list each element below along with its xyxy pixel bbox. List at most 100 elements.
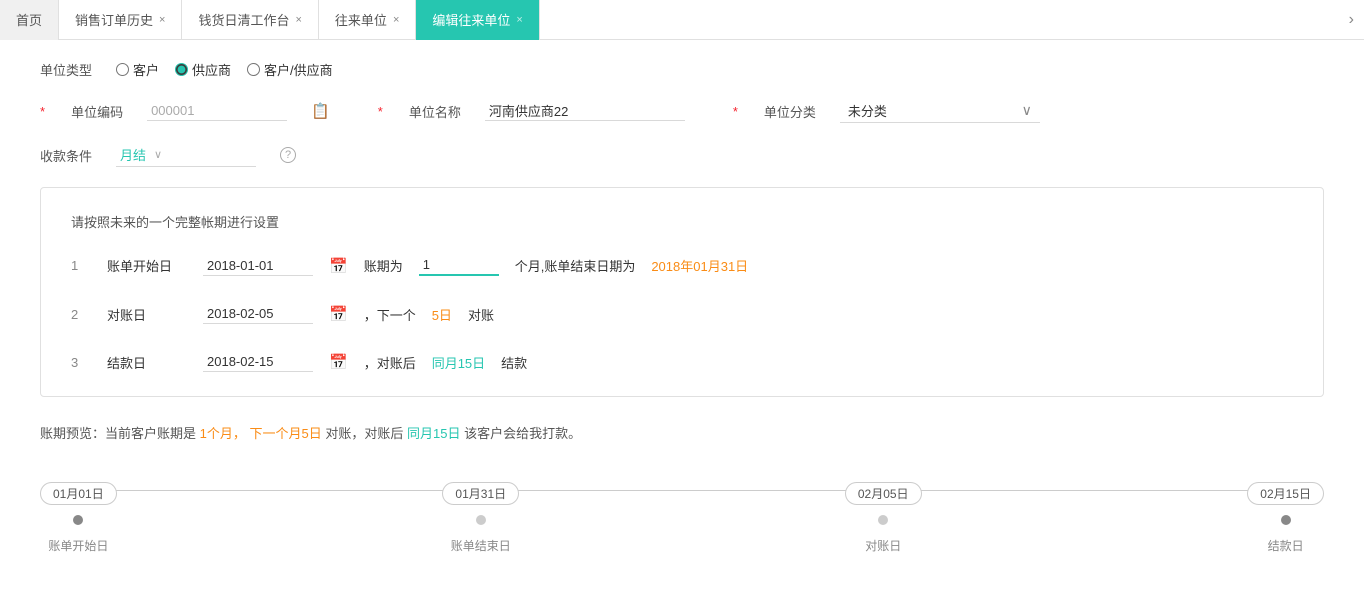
unit-classify-star: * [733,104,738,119]
unit-code-copy-icon[interactable]: 📋 [311,102,330,120]
classify-chevron-icon: ∨ [1022,102,1032,119]
row-highlight-1: 2018年01月31日 [651,256,748,275]
payment-label: 收款条件 [40,146,92,165]
tab-cash-work[interactable]: 钱货日清工作台 × [182,0,318,40]
tab-partner-label: 往来单位 [335,10,387,29]
card-title: 请按照未来的一个完整帐期进行设置 [71,212,1293,231]
node-label-0: 账单开始日 [48,537,108,554]
timeline-nodes: 01月01日 账单开始日 01月31日 账单结束日 02月05日 对账日 02月… [40,482,1324,554]
unit-code-star: * [40,104,45,119]
row-desc-2a: ，下一个 [364,305,416,324]
node-label-2: 对账日 [865,537,901,554]
preview-section: 账期预览：当前客户账期是 1个月， 下一个月5日 对账，对账后 同月15日 该客… [40,407,1324,442]
tab-arrow[interactable]: › [1339,11,1364,29]
tab-bar: 首页 销售订单历史 × 钱货日清工作台 × 往来单位 × 编辑往来单位 × › [0,0,1364,40]
preview-p3: 同月15日 [407,426,460,441]
node-label-1: 账单结束日 [451,537,511,554]
unit-code-input[interactable] [147,101,287,121]
main-content: 单位类型 客户 供应商 客户/供应商 * 单位编码 📋 * 单位名称 * 单位分… [0,40,1364,608]
tab-sales-history-close[interactable]: × [159,14,165,26]
node-label-3: 结款日 [1268,537,1304,554]
preview-mid: 对账，对账后 [325,426,403,441]
payment-help-icon[interactable]: ? [280,147,296,163]
tab-sales-history-label: 销售订单历史 [75,10,153,29]
timeline-node-2: 02月05日 对账日 [845,482,922,554]
row-type-3: 结款日 [107,353,187,372]
radio-both[interactable]: 客户/供应商 [247,60,333,79]
tab-home-label: 首页 [16,10,42,29]
node-date-0: 01月01日 [40,482,117,505]
row-type-1: 账单开始日 [107,256,187,275]
unit-type-label: 单位类型 [40,60,92,79]
unit-info-row: * 单位编码 📋 * 单位名称 * 单位分类 未分类 ∨ [40,99,1324,123]
row-desc-prefix-1: 账期为 [364,256,403,275]
radio-customer[interactable]: 客户 [116,60,159,79]
unit-type-radio-group: 客户 供应商 客户/供应商 [116,60,333,79]
unit-classify-label: 单位分类 [764,102,816,121]
row-num-3: 3 [71,355,91,370]
preview-prefix: 账期预览：当前客户账期是 [40,426,196,441]
timeline: 01月01日 账单开始日 01月31日 账单结束日 02月05日 对账日 02月… [40,462,1324,564]
row-highlight-2: 5日 [432,305,452,324]
tab-home[interactable]: 首页 [0,0,59,40]
row-desc-3a: ，对账后 [364,353,416,372]
unit-classify-dropdown[interactable]: 未分类 ∨ [840,99,1040,123]
period-input[interactable] [419,255,499,276]
row-type-2: 对账日 [107,305,187,324]
payment-row: 收款条件 月结 ∨ ? [40,143,1324,167]
calendar-icon-1[interactable]: 📅 [329,257,348,275]
calendar-icon-3[interactable]: 📅 [329,353,348,371]
tab-edit-partner-close[interactable]: × [516,14,522,26]
node-date-2: 02月05日 [845,482,922,505]
node-date-1: 01月31日 [442,482,519,505]
calendar-icon-2[interactable]: 📅 [329,305,348,323]
row-desc-suffix-1: 个月,账单结束日期为 [515,256,636,275]
row-num-1: 1 [71,258,91,273]
tab-edit-partner-label: 编辑往来单位 [432,10,510,29]
tab-edit-partner[interactable]: 编辑往来单位 × [416,0,539,40]
payment-dropdown[interactable]: 月结 ∨ [116,143,256,167]
setup-row-3: 3 结款日 📅 ，对账后 同月15日 结款 [71,352,1293,372]
radio-supplier[interactable]: 供应商 [175,60,231,79]
unit-name-star: * [378,104,383,119]
unit-classify-value: 未分类 [848,101,887,120]
tab-cash-work-close[interactable]: × [295,14,301,26]
tab-partner[interactable]: 往来单位 × [319,0,416,40]
timeline-node-1: 01月31日 账单结束日 [442,482,519,554]
radio-supplier-label: 供应商 [192,60,231,79]
row-desc-3b: 结款 [501,353,527,372]
unit-name-label: 单位名称 [409,102,461,121]
timeline-node-3: 02月15日 结款日 [1247,482,1324,554]
tab-partner-close[interactable]: × [393,14,399,26]
setup-row-1: 1 账单开始日 📅 账期为 个月,账单结束日期为 2018年01月31日 [71,255,1293,276]
unit-name-input[interactable] [485,101,685,121]
radio-customer-input[interactable] [116,63,129,76]
row-desc-2b: 对账 [468,305,494,324]
unit-type-row: 单位类型 客户 供应商 客户/供应商 [40,60,1324,79]
tab-sales-history[interactable]: 销售订单历史 × [59,0,182,40]
payment-chevron-icon: ∨ [154,148,162,161]
node-date-3: 02月15日 [1247,482,1324,505]
unit-code-label: 单位编码 [71,102,123,121]
preview-p1: 1个月， [200,426,246,441]
radio-supplier-input[interactable] [175,63,188,76]
radio-customer-label: 客户 [133,60,159,79]
payment-value: 月结 [120,145,146,164]
row-num-2: 2 [71,307,91,322]
preview-p2: 下一个月5日 [250,426,322,441]
row-highlight-3: 同月15日 [432,353,485,372]
node-dot-0 [73,515,83,525]
date-input-1[interactable] [203,256,313,276]
tab-cash-work-label: 钱货日清工作台 [198,10,289,29]
preview-suffix: 该客户会给我打款。 [464,426,581,441]
node-dot-2 [878,515,888,525]
radio-both-label: 客户/供应商 [264,60,333,79]
timeline-node-0: 01月01日 账单开始日 [40,482,117,554]
setup-card: 请按照未来的一个完整帐期进行设置 1 账单开始日 📅 账期为 个月,账单结束日期… [40,187,1324,397]
node-dot-1 [476,515,486,525]
node-dot-3 [1281,515,1291,525]
date-input-3[interactable] [203,352,313,372]
radio-both-input[interactable] [247,63,260,76]
date-input-2[interactable] [203,304,313,324]
setup-row-2: 2 对账日 📅 ，下一个 5日 对账 [71,304,1293,324]
